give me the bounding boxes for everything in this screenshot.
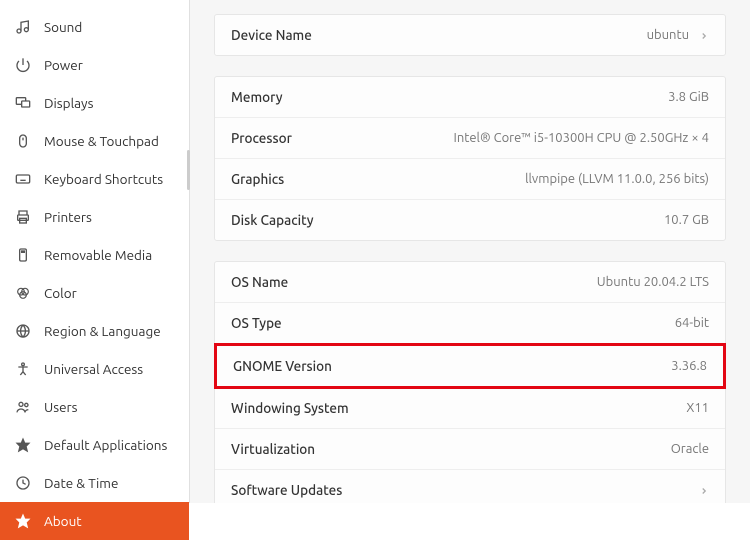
sidebar-item-removable-media[interactable]: Removable Media [0,236,189,274]
sidebar-item-label: Displays [44,95,93,111]
sidebar-item-label: Universal Access [44,361,143,377]
windowing-system-row: Windowing System X11 [215,388,725,429]
row-key: GNOME Version [233,358,332,374]
usb-icon [14,246,32,264]
sidebar-item-label: Mouse & Touchpad [44,133,159,149]
row-key: Software Updates [231,482,342,498]
row-value: Oracle [671,442,709,456]
gnome-version-row: GNOME Version 3.36.8 [214,343,726,389]
row-value: Intel® Core™ i5-10300H CPU @ 2.50GHz × 4 [454,131,709,145]
clock-icon [14,474,32,492]
row-value: 64-bit [675,316,709,330]
about-icon [14,512,32,530]
sidebar-item-about[interactable]: About [0,502,189,540]
row-value: X11 [686,401,709,415]
displays-icon [14,94,32,112]
keyboard-icon [14,170,32,188]
sidebar-item-label: Sound [44,19,82,35]
row-key: Processor [231,130,292,146]
hardware-panel: Memory 3.8 GiB Processor Intel® Core™ i5… [214,76,726,241]
sidebar-item-users[interactable]: Users [0,388,189,426]
sidebar-item-label: Region & Language [44,323,161,339]
sidebar-item-label: Default Applications [44,437,167,453]
sidebar-item-mouse-touchpad[interactable]: Mouse & Touchpad [0,122,189,160]
printer-icon [14,208,32,226]
sidebar-item-printers[interactable]: Printers [0,198,189,236]
row-value: Ubuntu 20.04.2 LTS [597,275,709,289]
row-value: llvmpipe (LLVM 11.0.0, 256 bits) [525,172,709,186]
sidebar-item-label: Color [44,285,77,301]
chevron-right-icon [699,30,709,40]
row-key: Device Name [231,27,312,43]
row-key: OS Type [231,315,282,331]
disk-capacity-row: Disk Capacity 10.7 GB [215,200,725,240]
row-value: 3.36.8 [671,359,707,373]
row-key: Virtualization [231,441,315,457]
accessibility-icon [14,360,32,378]
users-icon [14,398,32,416]
color-icon [14,284,32,302]
sidebar-item-region-language[interactable]: Region & Language [0,312,189,350]
row-key: Windowing System [231,400,349,416]
sidebar-item-label: Keyboard Shortcuts [44,171,163,187]
processor-row: Processor Intel® Core™ i5-10300H CPU @ 2… [215,118,725,159]
about-panel: Device Name ubuntu Memory 3.8 GiB Proces… [190,0,750,503]
chevron-right-icon [699,485,709,495]
sidebar-item-displays[interactable]: Displays [0,84,189,122]
music-note-icon [14,18,32,36]
row-value [699,485,709,495]
row-value: 10.7 GB [664,213,709,227]
settings-sidebar: Sound Power Displays Mouse & Touchpad Ke… [0,0,190,503]
row-key: Graphics [231,171,284,187]
device-name-row[interactable]: Device Name ubuntu [215,15,725,55]
software-updates-row[interactable]: Software Updates [215,470,725,503]
sidebar-item-label: Date & Time [44,475,118,491]
sidebar-item-universal-access[interactable]: Universal Access [0,350,189,388]
sidebar-item-color[interactable]: Color [0,274,189,312]
sidebar-item-default-applications[interactable]: Default Applications [0,426,189,464]
graphics-row: Graphics llvmpipe (LLVM 11.0.0, 256 bits… [215,159,725,200]
sidebar-item-label: Removable Media [44,247,152,263]
sidebar-item-power[interactable]: Power [0,46,189,84]
sidebar-item-label: About [44,513,82,529]
device-name-value: ubuntu [647,28,689,42]
sidebar-item-label: Users [44,399,78,415]
sidebar-item-label: Power [44,57,83,73]
power-icon [14,56,32,74]
sidebar-item-date-time[interactable]: Date & Time [0,464,189,502]
os-type-row: OS Type 64-bit [215,303,725,344]
sidebar-item-keyboard-shortcuts[interactable]: Keyboard Shortcuts [0,160,189,198]
sidebar-item-label: Printers [44,209,92,225]
sidebar-scrollbar[interactable] [187,150,190,190]
software-panel: OS Name Ubuntu 20.04.2 LTS OS Type 64-bi… [214,261,726,503]
sidebar-item-sound[interactable]: Sound [0,8,189,46]
mouse-icon [14,132,32,150]
row-key: OS Name [231,274,288,290]
row-value: ubuntu [647,28,709,42]
row-value: 3.8 GiB [668,90,709,104]
virtualization-row: Virtualization Oracle [215,429,725,470]
star-icon [14,436,32,454]
device-name-panel: Device Name ubuntu [214,14,726,56]
row-key: Memory [231,89,283,105]
os-name-row: OS Name Ubuntu 20.04.2 LTS [215,262,725,303]
row-key: Disk Capacity [231,212,314,228]
memory-row: Memory 3.8 GiB [215,77,725,118]
globe-icon [14,322,32,340]
